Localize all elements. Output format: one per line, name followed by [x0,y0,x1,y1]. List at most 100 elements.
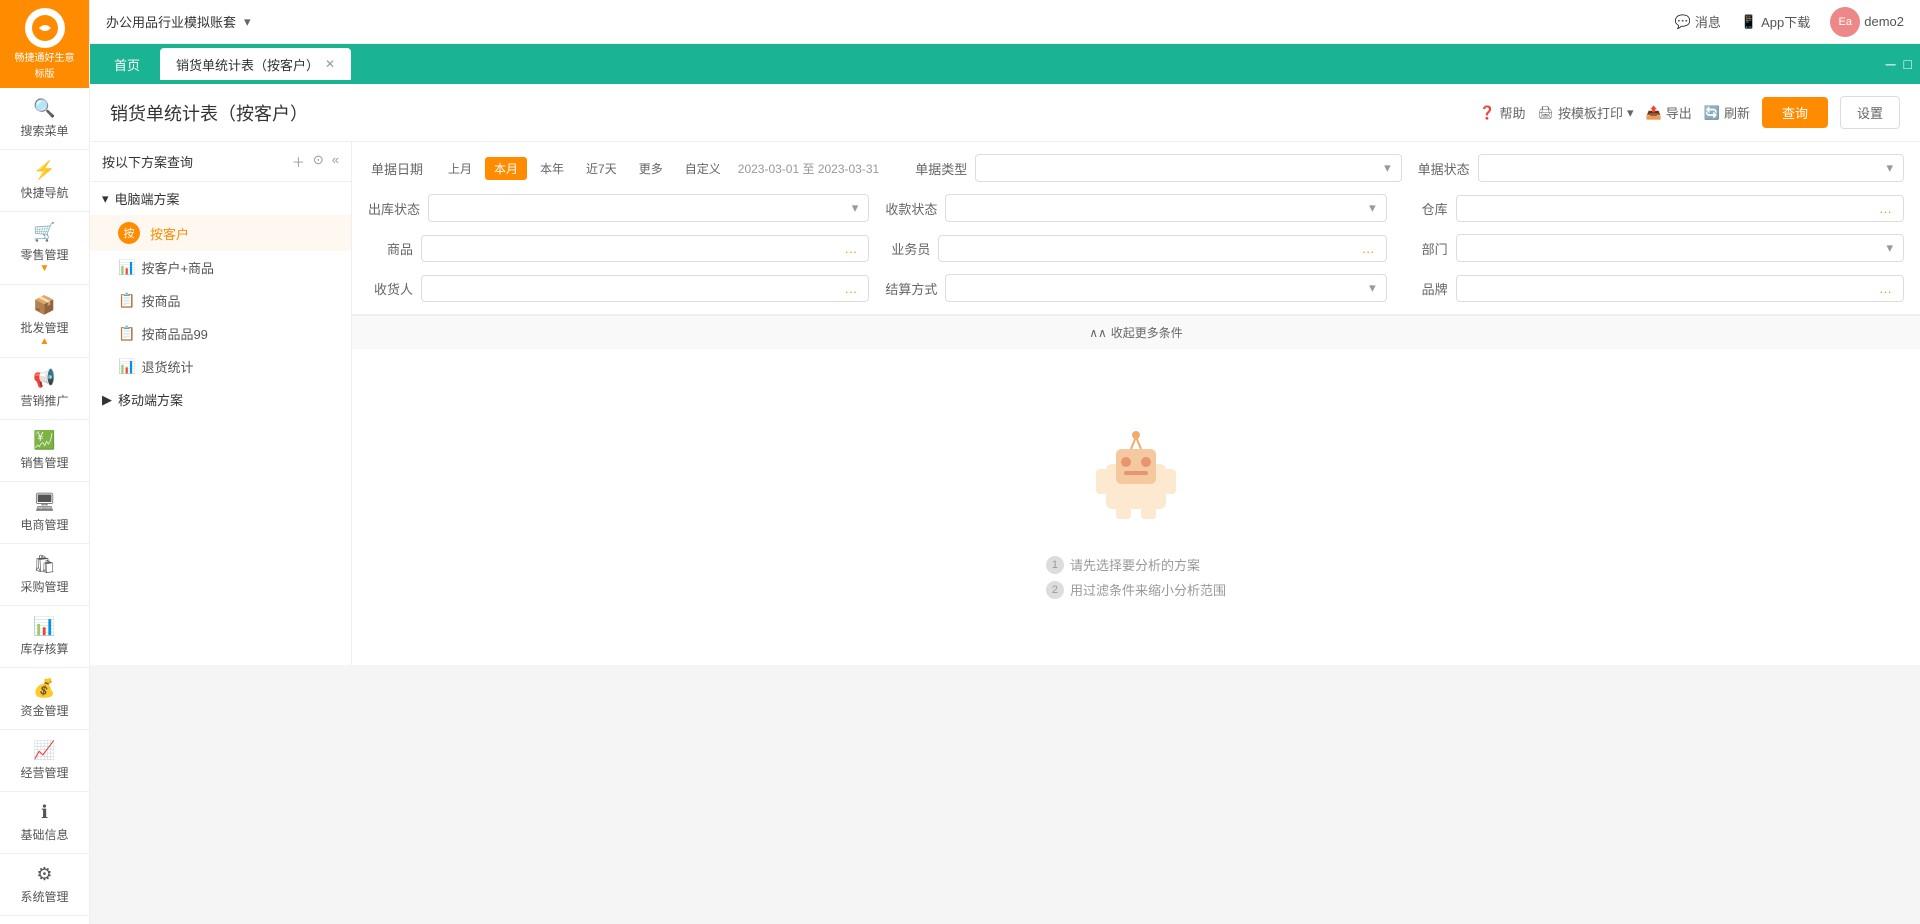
sidebar-item-inventory[interactable]: 📊 库存核算 [0,606,90,668]
dept-arrow-icon: ▾ [1886,240,1893,256]
warehouse-input[interactable]: … [1456,195,1904,222]
sidebar-item-sales[interactable]: 💹 销售管理 [0,420,90,482]
sidebar-item-enterprise[interactable]: 🏢 企业协同 [0,916,90,924]
tree-item-return-stat[interactable]: 📊 退货统计 [90,350,351,383]
doc-status-select[interactable]: ▾ [1478,154,1904,182]
tree-group-mobile[interactable]: ▶ 移动端方案 [90,383,351,416]
tree-item-by-customer-product[interactable]: 📊 按客户+商品 [90,251,351,284]
settings-button[interactable]: 设置 [1840,96,1900,129]
doc-type-select[interactable]: ▾ [975,154,1401,182]
tree-group-expand-icon: ▾ [102,191,109,207]
sidebar-label-retail: 零售管理 [20,246,68,263]
app-name: 畅捷通好生意 [15,52,75,65]
pay-status-select[interactable]: ▾ [945,194,1386,222]
collapse-button[interactable]: ∧∧ 收起更多条件 [352,315,1920,349]
sidebar-label-finance: 资金管理 [20,702,68,719]
empty-state: 1 请先选择要分析的方案 2 用过滤条件来缩小分析范围 [352,349,1920,665]
sidebar: 畅捷通好生意 标版 🔍 搜索菜单 ⚡ 快捷导航 🛒 零售管理 ▼ 📦 批发管理 … [0,0,90,924]
sidebar-item-quick-nav[interactable]: ⚡ 快捷导航 [0,150,90,212]
date-tab-this-month[interactable]: 本月 [485,157,527,180]
date-tabs: 上月 本月 本年 近7天 更多 [439,157,879,180]
tree-item-by-customer[interactable]: 按 按客户 [90,215,351,251]
export-label: 导出 [1666,103,1692,122]
date-tab-this-year[interactable]: 本年 [531,157,573,180]
date-tab-7days[interactable]: 近7天 [577,157,626,180]
tree-group-desktop[interactable]: ▾ 电脑端方案 [90,182,351,215]
brand-field: 品牌 … [1403,275,1904,302]
app-download-label: App下载 [1761,12,1810,31]
tab-sales-stat[interactable]: 销货单统计表（按客户） ✕ [160,48,351,80]
sidebar-item-purchase[interactable]: 🛍 采购管理 [0,544,90,606]
app-download-button[interactable]: 📱 App下载 [1741,12,1810,31]
topbar-right: 💬 消息 📱 App下载 Ea demo2 [1675,7,1904,37]
product-label: 商品 [368,239,413,258]
sidebar-item-basic-info[interactable]: ℹ 基础信息 [0,792,90,854]
dept-select[interactable]: ▾ [1456,234,1904,262]
page-header: 销货单统计表（按客户） ❓ 帮助 🖨 按模板打印 ▾ 📤 导出 🔄 刷新 [90,84,1920,142]
tab-home-label: 首页 [114,55,140,74]
tab-home[interactable]: 首页 [98,48,156,80]
tree-item-by-product[interactable]: 📋 按商品 [90,284,351,317]
topbar-left: 办公用品行业模拟账套 ▾ [106,12,251,31]
export-button[interactable]: 📤 导出 [1646,103,1692,122]
query-button[interactable]: 查询 [1762,97,1828,128]
sidebar-item-operations[interactable]: 📈 经营管理 [0,730,90,792]
settings-label: 设置 [1857,106,1883,121]
sidebar-item-finance[interactable]: 💰 资金管理 [0,668,90,730]
settings-scheme-icon[interactable]: ⊙ [313,152,324,171]
doc-type-field: 单据类型 ▾ [915,154,1401,182]
sidebar-label-system: 系统管理 [20,888,68,905]
search-menu-icon: 🔍 [33,98,55,119]
product-field: 商品 … [368,235,869,262]
collapse-panel-icon[interactable]: « [332,152,339,171]
salesperson-input[interactable]: … [938,235,1386,262]
print-button[interactable]: 🖨 按模板打印 ▾ [1538,103,1634,122]
ecommerce-icon: 🖥 [33,492,56,513]
empty-illustration [1076,409,1196,529]
product-dots-icon: … [844,241,858,256]
app-title: 办公用品行业模拟账套 [106,12,236,31]
sidebar-item-system[interactable]: ⚙ 系统管理 [0,854,90,916]
quick-nav-icon: ⚡ [33,160,55,181]
product-input[interactable]: … [421,235,869,262]
sidebar-item-retail[interactable]: 🛒 零售管理 ▼ [0,212,90,285]
refresh-button[interactable]: 🔄 刷新 [1704,103,1750,122]
date-tab-custom[interactable]: 自定义 [676,157,730,180]
receiver-input[interactable]: … [421,275,869,302]
topbar-dropdown-icon[interactable]: ▾ [244,14,251,30]
system-icon: ⚙ [36,864,52,885]
maximize-icon[interactable]: □ [1904,56,1912,72]
inventory-icon: 📊 [33,616,55,637]
sidebar-label-marketing: 营销推广 [20,392,68,409]
add-scheme-icon[interactable]: ＋ [292,152,305,171]
help-button[interactable]: ❓ 帮助 [1479,103,1525,122]
brand-input[interactable]: … [1456,275,1904,302]
receiver-dots-icon: … [844,281,858,296]
sidebar-label-operations: 经营管理 [20,764,68,781]
payment-method-select[interactable]: ▾ [945,274,1386,302]
doc-status-label: 单据状态 [1418,159,1470,178]
out-status-arrow-icon: ▾ [852,200,859,216]
filter-area: 单据日期 上月 本月 本年 近7天 [352,142,1920,315]
sidebar-item-ecommerce[interactable]: 🖥 电商管理 [0,482,90,544]
out-status-select[interactable]: ▾ [428,194,869,222]
purchase-icon: 🛍 [33,554,56,575]
user-profile[interactable]: Ea demo2 [1830,7,1904,37]
sidebar-item-wholesale[interactable]: 📦 批发管理 ▲ [0,285,90,358]
message-button[interactable]: 💬 消息 [1675,12,1721,31]
marketing-icon: 📢 [33,368,55,389]
minimize-icon[interactable]: ─ [1886,56,1896,72]
topbar: 办公用品行业模拟账套 ▾ 💬 消息 📱 App下载 Ea demo2 [90,0,1920,44]
date-tab-more[interactable]: 更多 [630,157,672,180]
payment-method-arrow-icon: ▾ [1369,280,1376,296]
tree-item-by-product-99[interactable]: 📋 按商品品99 [90,317,351,350]
tree-group-desktop-label: 电脑端方案 [115,189,180,208]
sidebar-item-search-menu[interactable]: 🔍 搜索菜单 [0,88,90,150]
sidebar-item-marketing[interactable]: 📢 营销推广 [0,358,90,420]
date-tab-last-month[interactable]: 上月 [439,157,481,180]
out-status-field: 出库状态 ▾ [368,194,869,222]
tab-close-icon[interactable]: ✕ [325,57,335,71]
tab-sales-stat-label: 销货单统计表（按客户） [176,55,319,74]
receiver-label: 收货人 [368,279,413,298]
tree-item-return-stat-label: 退货统计 [141,357,193,376]
